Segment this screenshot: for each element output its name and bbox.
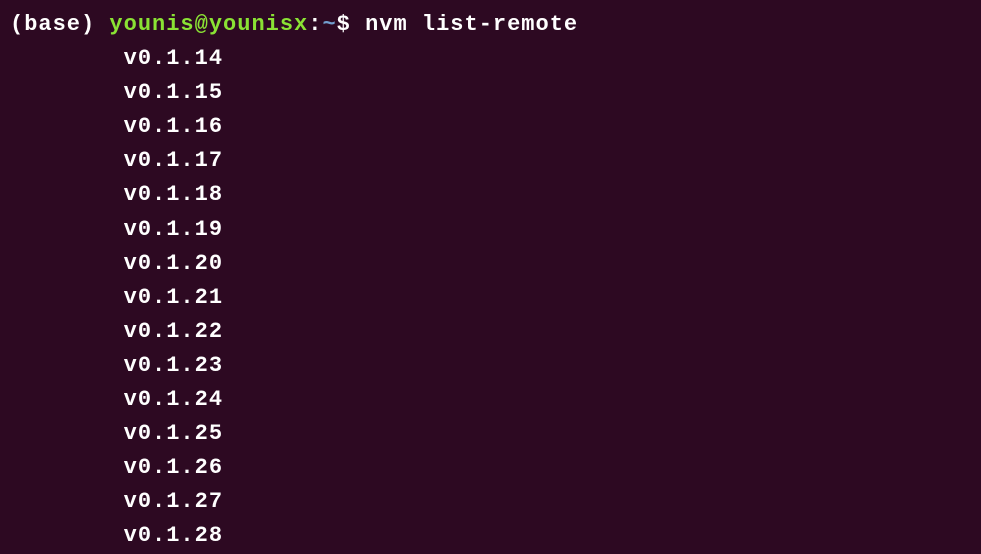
conda-env-indicator: (base) [10,12,109,37]
prompt-dollar: $ [337,12,365,37]
version-line: v0.1.27 [10,485,971,519]
prompt-colon: : [308,12,322,37]
version-line: v0.1.16 [10,110,971,144]
current-path: ~ [322,12,336,37]
version-line: v0.1.14 [10,42,971,76]
version-line: v0.1.21 [10,281,971,315]
user-host: younis@younisx [109,12,308,37]
version-line: v0.1.26 [10,451,971,485]
version-line: v0.1.25 [10,417,971,451]
version-line: v0.1.24 [10,383,971,417]
terminal-prompt-line[interactable]: (base) younis@younisx:~$ nvm list-remote [10,8,971,42]
version-line: v0.1.22 [10,315,971,349]
version-line: v0.1.28 [10,519,971,553]
version-line: v0.1.17 [10,144,971,178]
version-line: v0.1.18 [10,178,971,212]
command-output: v0.1.14 v0.1.15 v0.1.16 v0.1.17 v0.1.18 … [10,42,971,553]
version-line: v0.1.15 [10,76,971,110]
version-line: v0.1.23 [10,349,971,383]
version-line: v0.1.20 [10,247,971,281]
command-input: nvm list-remote [365,12,578,37]
version-line: v0.1.19 [10,213,971,247]
